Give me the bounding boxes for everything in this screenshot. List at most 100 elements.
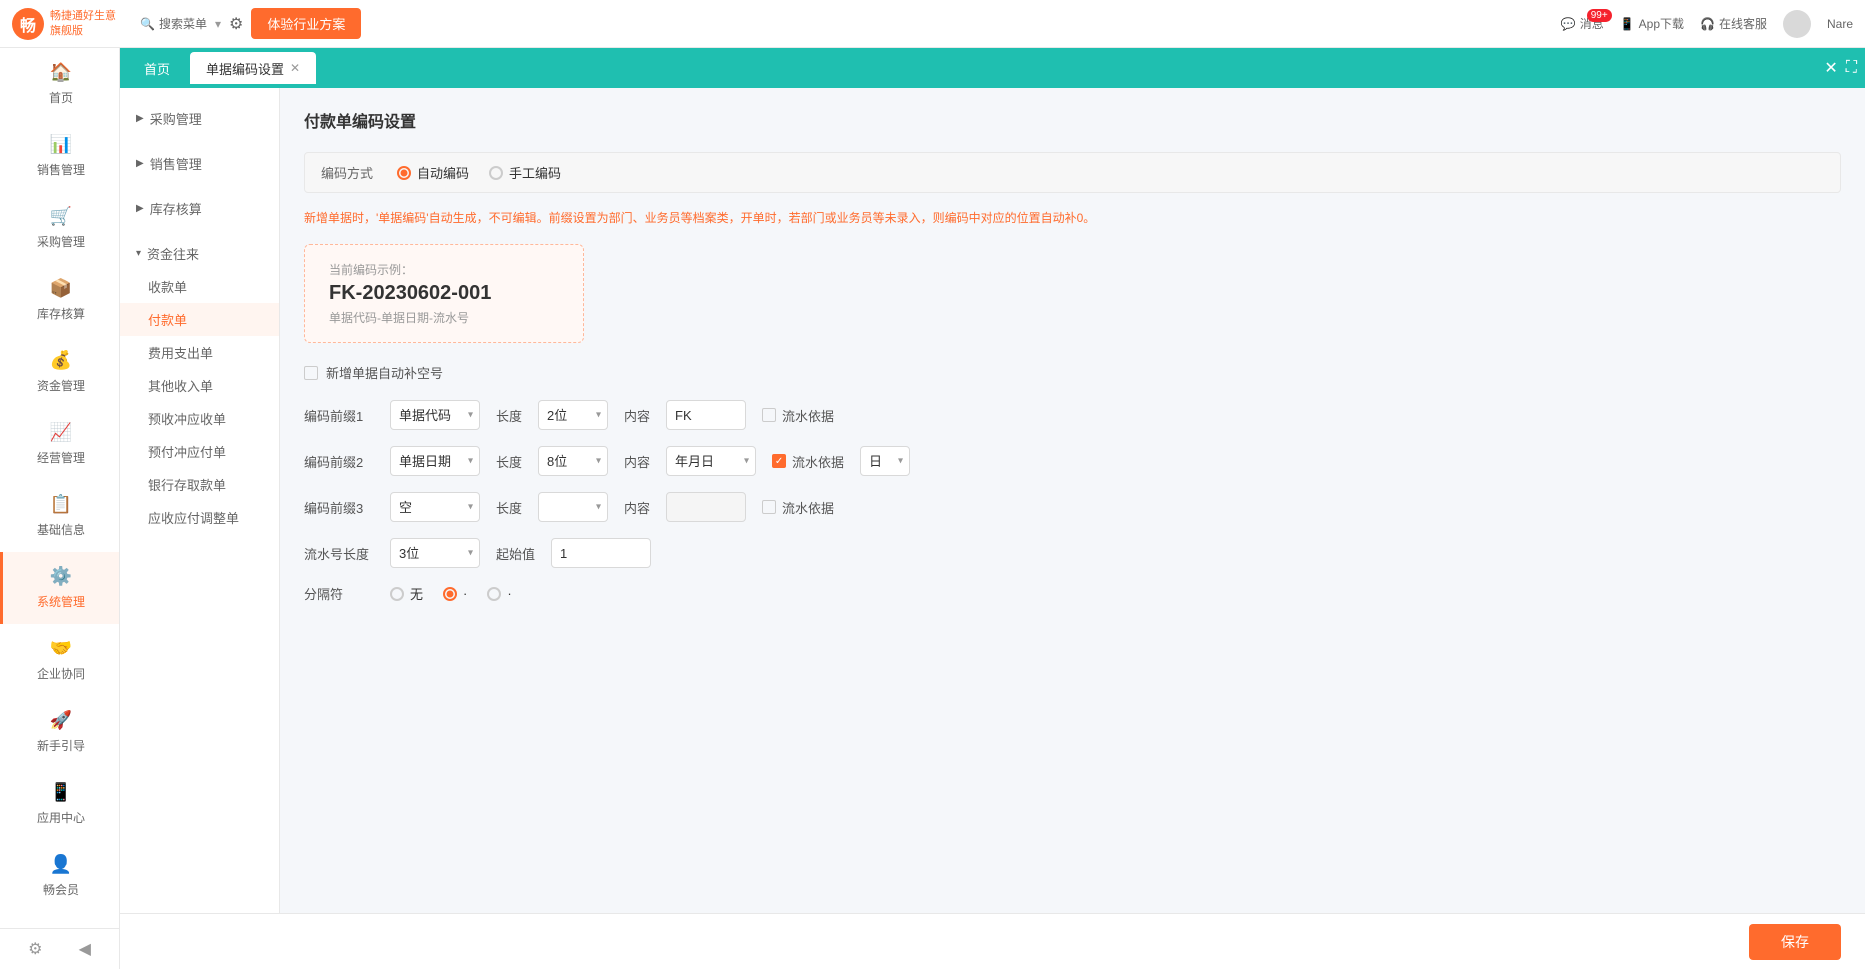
manual-code-radio[interactable]: 手工编码: [489, 163, 561, 182]
topbar-center: 🔍 搜索菜单 ▾ ⚙ 体验行业方案: [132, 8, 1561, 39]
sidebar-item-guide[interactable]: 🚀 新手引导: [0, 696, 119, 768]
message-button[interactable]: 💬 消息 99+: [1561, 15, 1604, 32]
serial-length-select-wrapper: 3位: [390, 538, 480, 568]
prefix2-select[interactable]: 单据日期: [390, 446, 480, 476]
config-row-2: 编码前缀2 单据日期 长度 8位 内容: [304, 446, 1841, 476]
length3-select[interactable]: [538, 492, 608, 522]
manual-code-radio-icon: [489, 166, 503, 180]
avatar[interactable]: [1783, 10, 1811, 38]
length1-label: 长度: [496, 406, 522, 425]
separator-radio-group: 无 · ·: [390, 584, 512, 603]
length1-select-wrapper: 2位: [538, 400, 608, 430]
sidebar-item-sales[interactable]: 📊 销售管理: [0, 120, 119, 192]
online-service-button[interactable]: 🎧 在线客服: [1700, 15, 1767, 32]
prefix3-select[interactable]: 空: [390, 492, 480, 522]
config-row-1: 编码前缀1 单据代码 长度 2位 内容: [304, 400, 1841, 430]
trial-button[interactable]: 体验行业方案: [251, 8, 361, 39]
sub-menu-item-pre-receive[interactable]: 预收冲应收单: [120, 402, 279, 435]
stream1-checkbox[interactable]: [762, 408, 776, 422]
sidebar-item-inventory[interactable]: 📦 库存核算: [0, 264, 119, 336]
serial-row: 流水号长度 3位 起始值: [304, 538, 1841, 568]
config-row-3: 编码前缀3 空 长度 内容: [304, 492, 1841, 522]
length2-select[interactable]: 8位: [538, 446, 608, 476]
prefix1-select[interactable]: 单据代码: [390, 400, 480, 430]
stream2-period-select[interactable]: 日: [860, 446, 910, 476]
stream2-period-wrapper: 日: [860, 446, 910, 476]
topbar-right: 💬 消息 99+ 📱 App下载 🎧 在线客服 Nare: [1561, 10, 1853, 38]
auto-fill-row: 新增单据自动补空号: [304, 363, 1841, 382]
separator-none-radio[interactable]: 无: [390, 584, 423, 603]
sidebar-item-home[interactable]: 🏠 首页: [0, 48, 119, 120]
collapse-icon[interactable]: ◀: [79, 939, 91, 959]
tab-home[interactable]: 首页: [128, 52, 186, 84]
code-example-box: 当前编码示例： FK-20230602-001 单据代码-单据日期-流水号: [304, 244, 584, 343]
sub-menu-finance: ▾ 资金往来 收款单 付款单 费用支出单 其他收入单 预收冲应收单 预付冲应付单…: [120, 231, 279, 540]
sub-menu-item-receipt[interactable]: 收款单: [120, 270, 279, 303]
sub-menu-item-bank[interactable]: 银行存取款单: [120, 468, 279, 501]
serial-length-select[interactable]: 3位: [390, 538, 480, 568]
separator-dot2-radio[interactable]: ·: [487, 586, 511, 601]
tab-minimize-button[interactable]: ✕: [1824, 58, 1837, 78]
search-menu-button[interactable]: 🔍 搜索菜单: [140, 15, 207, 32]
content2-select-wrapper: 年月日: [666, 446, 756, 476]
sidebar-item-finance[interactable]: 💰 资金管理: [0, 336, 119, 408]
content1-input[interactable]: [666, 400, 746, 430]
sidebar-item-system[interactable]: ⚙️ 系统管理: [0, 552, 119, 624]
length3-label: 长度: [496, 498, 522, 517]
content3-label: 内容: [624, 498, 650, 517]
tab-settings[interactable]: 单据编码设置 ✕: [190, 52, 316, 84]
length3-select-wrapper: [538, 492, 608, 522]
sub-menu-item-adjust[interactable]: 应收应付调整单: [120, 501, 279, 534]
sub-menu-inventory: ▶ 库存核算: [120, 186, 279, 231]
sub-menu-header-inventory[interactable]: ▶ 库存核算: [120, 192, 279, 225]
prefix3-select-wrapper: 空: [390, 492, 480, 522]
sub-menu-header-sales[interactable]: ▶ 销售管理: [120, 147, 279, 180]
separator-dot2-icon: [487, 587, 501, 601]
encoding-type-bar: 编码方式 自动编码 手工编码: [304, 152, 1841, 193]
content3-input[interactable]: [666, 492, 746, 522]
serial-length-label: 流水号长度: [304, 544, 374, 563]
system-icon: ⚙️: [50, 566, 72, 587]
prefix2-label: 编码前缀2: [304, 452, 374, 471]
sub-menu-item-pre-pay[interactable]: 预付冲应付单: [120, 435, 279, 468]
sub-menu-item-payment[interactable]: 付款单: [120, 303, 279, 336]
sidebar-bottom: ⚙ ◀: [0, 928, 119, 969]
auto-fill-checkbox[interactable]: [304, 366, 318, 380]
gear-icon[interactable]: ⚙: [229, 14, 243, 34]
length2-label: 长度: [496, 452, 522, 471]
auto-code-radio[interactable]: 自动编码: [397, 163, 469, 182]
sidebar-item-purchase[interactable]: 🛒 采购管理: [0, 192, 119, 264]
sidebar-item-operation[interactable]: 📈 经营管理: [0, 408, 119, 480]
save-button[interactable]: 保存: [1749, 924, 1841, 960]
sub-menu-item-expense[interactable]: 费用支出单: [120, 336, 279, 369]
stream2-checkbox[interactable]: [772, 454, 786, 468]
length1-select[interactable]: 2位: [538, 400, 608, 430]
sidebar-item-member[interactable]: 👤 畅会员: [0, 840, 119, 912]
stream1-checkbox-row: 流水依据: [762, 406, 834, 425]
logo: 畅 畅捷通好生意 旗舰版: [12, 8, 132, 40]
logo-icon: 畅: [12, 8, 44, 40]
start-value-input[interactable]: [551, 538, 651, 568]
tab-fullscreen-button[interactable]: ⛶: [1846, 59, 1857, 77]
separator-dot1-radio[interactable]: ·: [443, 586, 467, 601]
sidebar-item-collab[interactable]: 🤝 企业协同: [0, 624, 119, 696]
sub-menu-header-finance[interactable]: ▾ 资金往来: [120, 237, 279, 270]
sidebar-item-basic[interactable]: 📋 基础信息: [0, 480, 119, 552]
chevron-down-icon[interactable]: ▾: [215, 17, 221, 31]
home-icon: 🏠: [50, 62, 72, 83]
operation-icon: 📈: [50, 422, 72, 443]
separator-dot1-icon: [443, 587, 457, 601]
tab-close-icon[interactable]: ✕: [290, 61, 300, 75]
code-example-value: FK-20230602-001: [329, 282, 559, 305]
stream3-checkbox[interactable]: [762, 500, 776, 514]
sidebar-item-apps[interactable]: 📱 应用中心: [0, 768, 119, 840]
member-icon: 👤: [50, 854, 72, 875]
sub-menu-header-purchase[interactable]: ▶ 采购管理: [120, 102, 279, 135]
page-content: ▶ 采购管理 ▶ 销售管理 ▶ 库存核算: [120, 88, 1865, 913]
sub-menu-item-other-income[interactable]: 其他收入单: [120, 369, 279, 402]
tabbar-right: ✕ ⛶: [1824, 58, 1857, 78]
settings-icon[interactable]: ⚙: [28, 939, 42, 959]
content2-select[interactable]: 年月日: [666, 446, 756, 476]
sub-menu-sales: ▶ 销售管理: [120, 141, 279, 186]
app-download-button[interactable]: 📱 App下载: [1620, 15, 1684, 32]
